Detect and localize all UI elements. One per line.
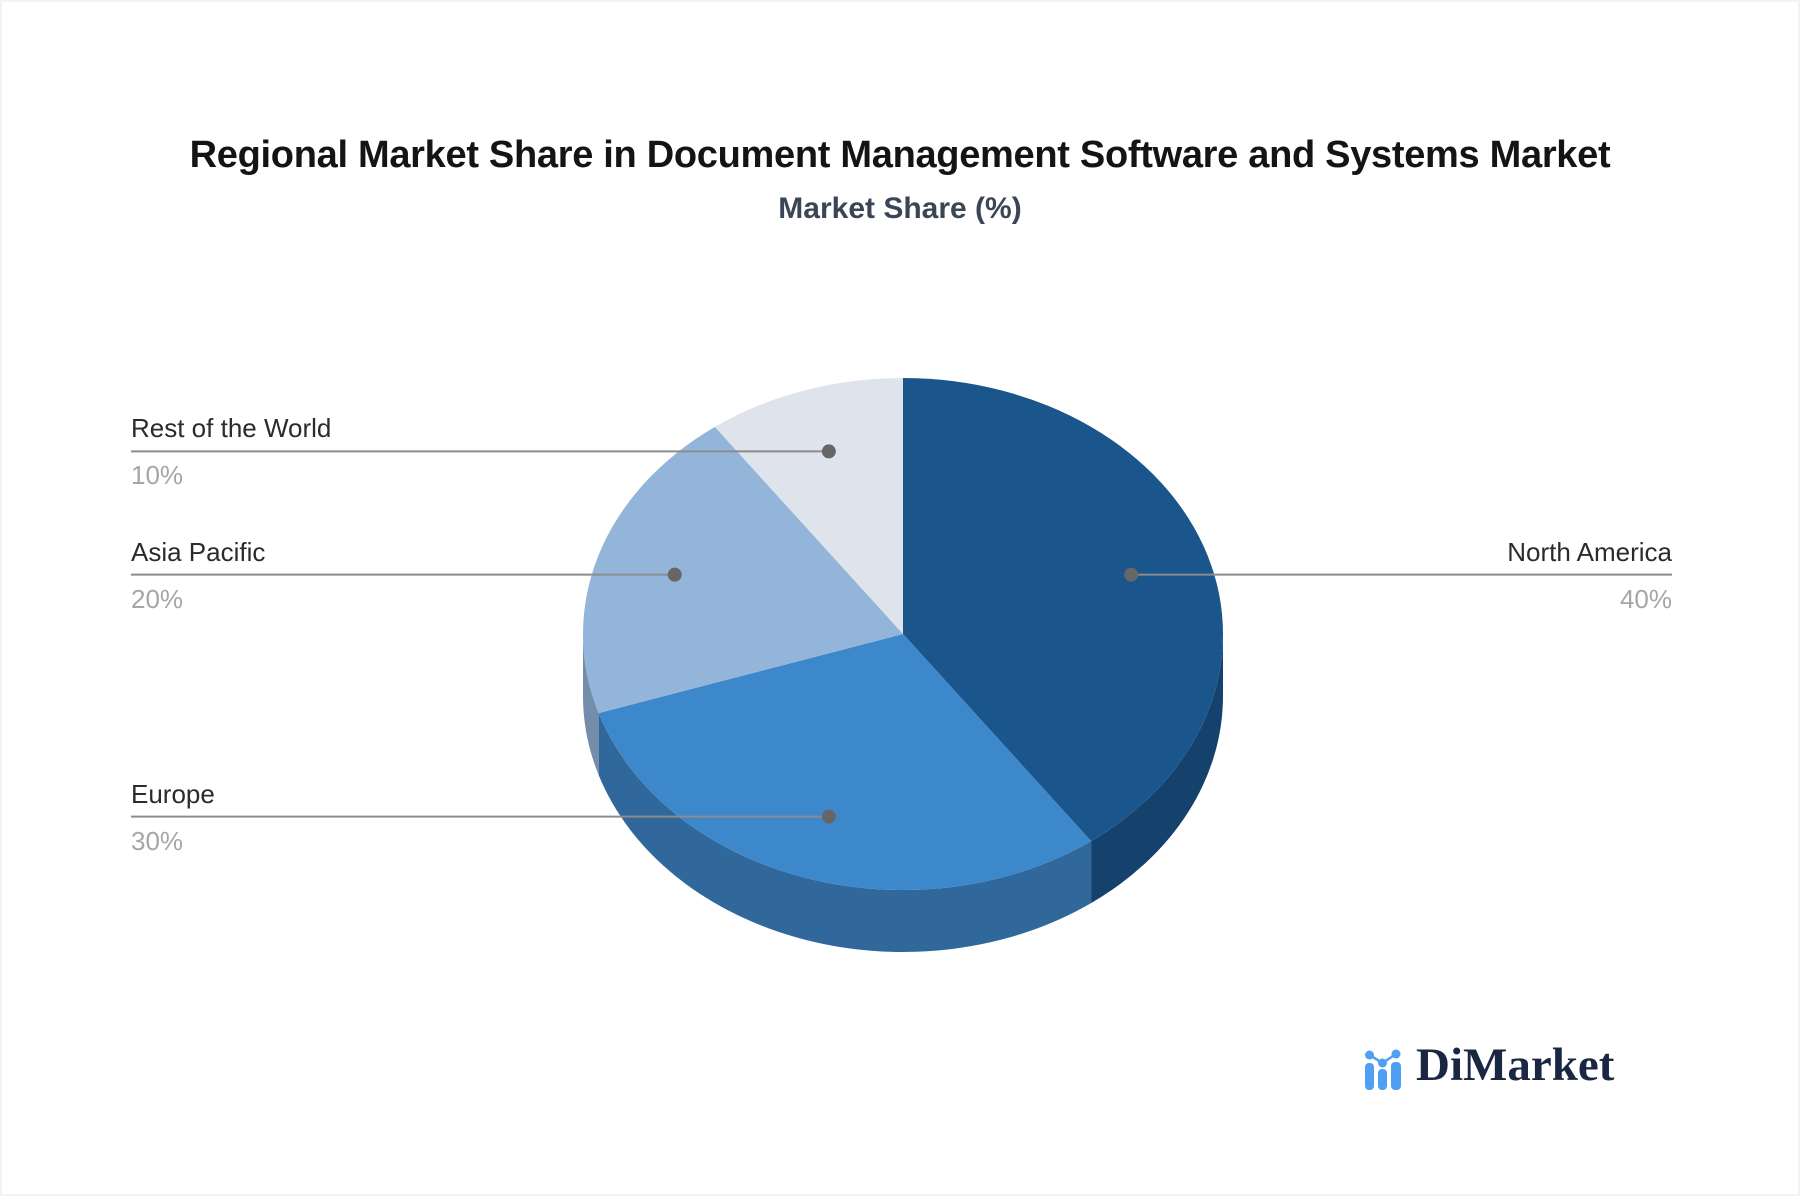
callout-dot bbox=[821, 444, 836, 459]
bar-line-chart-icon bbox=[1365, 1049, 1401, 1090]
brand-logo-text: DiMarket bbox=[1416, 1039, 1615, 1091]
slice-label: North America bbox=[1507, 536, 1672, 567]
callout-dot bbox=[1124, 567, 1139, 582]
logo-bar bbox=[1365, 1063, 1374, 1090]
callout-dot bbox=[667, 567, 682, 582]
callout-dot bbox=[821, 809, 836, 824]
logo-bar bbox=[1391, 1062, 1401, 1090]
chart-canvas: Regional Market Share in Document Manage… bbox=[0, 0, 1800, 1196]
slice-percent: 40% bbox=[1619, 583, 1672, 614]
slice-label: Europe bbox=[131, 778, 215, 809]
pie-chart bbox=[131, 378, 1672, 952]
slice-label: Asia Pacific bbox=[131, 536, 266, 567]
logo-dot bbox=[1378, 1058, 1387, 1068]
logo-dot bbox=[1391, 1049, 1401, 1059]
slice-percent: 10% bbox=[131, 460, 184, 491]
brand-logo: DiMarket bbox=[1362, 1040, 1614, 1090]
slice-percent: 20% bbox=[131, 583, 184, 614]
slice-percent: 30% bbox=[131, 825, 184, 856]
logo-dot bbox=[1365, 1050, 1374, 1060]
logo-bar bbox=[1378, 1069, 1387, 1090]
slice-label: Rest of the World bbox=[131, 413, 332, 444]
